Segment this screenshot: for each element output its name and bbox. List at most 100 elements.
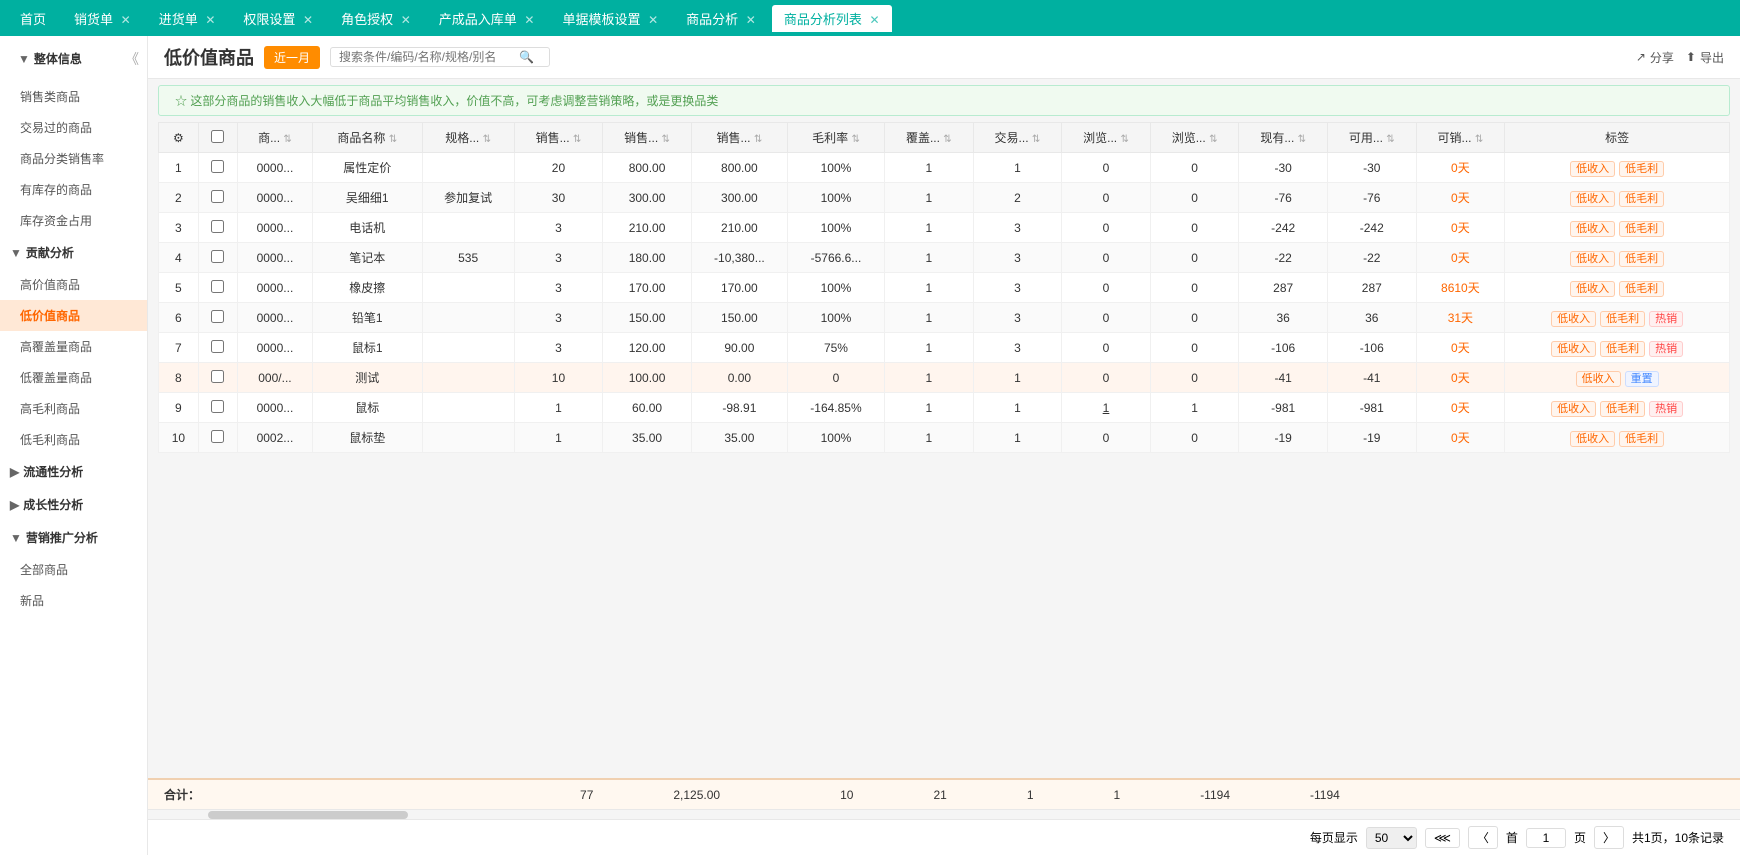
cell-available: -41: [1327, 363, 1416, 393]
sidebar-item-high-coverage[interactable]: 高覆盖量商品: [0, 331, 147, 362]
nav-sales[interactable]: 销货单 ✕: [62, 5, 143, 32]
page-number-input[interactable]: [1526, 828, 1566, 848]
cell-checkbox[interactable]: [198, 183, 237, 213]
col-margin[interactable]: 毛利率 ⇅: [787, 123, 884, 153]
scrollbar-thumb[interactable]: [208, 811, 408, 819]
col-s3[interactable]: 销售... ⇅: [691, 123, 787, 153]
cell-checkbox[interactable]: [198, 393, 237, 423]
cell-checkbox[interactable]: [198, 213, 237, 243]
sidebar-collapse-btn[interactable]: 《: [125, 49, 139, 69]
sidebar-item-high-margin[interactable]: 高毛利商品: [0, 393, 147, 424]
footer-avail: -1194: [1310, 788, 1340, 802]
nav-template[interactable]: 单据模板设置 ✕: [550, 5, 670, 32]
nav-purchase-close[interactable]: ✕: [205, 13, 215, 27]
cell-browse1[interactable]: 1: [1062, 393, 1151, 423]
row-checkbox[interactable]: [211, 220, 224, 233]
col-settings[interactable]: ⚙: [159, 123, 199, 153]
browse1-link[interactable]: 1: [1103, 401, 1110, 415]
cell-spec: 535: [422, 243, 514, 273]
export-btn[interactable]: ⬆ 导出: [1686, 49, 1724, 66]
cell-checkbox[interactable]: [198, 363, 237, 393]
select-all-checkbox[interactable]: [211, 130, 224, 143]
nav-warehouse-close[interactable]: ✕: [524, 13, 534, 27]
col-s1[interactable]: 销售... ⇅: [514, 123, 603, 153]
nav-role-close[interactable]: ✕: [401, 13, 411, 27]
nav-warehouse[interactable]: 产成品入库单 ✕: [427, 5, 547, 32]
sidebar-item-low-margin[interactable]: 低毛利商品: [0, 424, 147, 455]
col-name[interactable]: 商品名称 ⇅: [312, 123, 422, 153]
arrow-marketing-icon: ▼: [10, 531, 22, 545]
col-spec[interactable]: 规格... ⇅: [422, 123, 514, 153]
nav-analysis[interactable]: 商品分析 ✕: [674, 5, 768, 32]
col-browse1[interactable]: 浏览... ⇅: [1062, 123, 1151, 153]
sidebar-item-stock-fund[interactable]: 库存资金占用: [0, 205, 147, 236]
nav-template-close[interactable]: ✕: [648, 13, 658, 27]
sidebar-item-sales-goods[interactable]: 销售类商品: [0, 81, 147, 112]
row-checkbox[interactable]: [211, 190, 224, 203]
row-checkbox[interactable]: [211, 160, 224, 173]
nav-analysis-close[interactable]: ✕: [746, 13, 756, 27]
cell-checkbox[interactable]: [198, 243, 237, 273]
nav-role[interactable]: 角色授权 ✕: [329, 5, 423, 32]
first-page-btn[interactable]: ⋘: [1425, 828, 1460, 848]
share-btn[interactable]: ↗ 分享: [1636, 49, 1674, 66]
main-layout: ▼ 整体信息 《 销售类商品 交易过的商品 商品分类销售率 有库存的商品 库存资…: [0, 36, 1740, 855]
sidebar-group-growth[interactable]: ▶ 成长性分析: [0, 488, 147, 521]
cell-browse2: 0: [1150, 303, 1239, 333]
col-available[interactable]: 可用... ⇅: [1327, 123, 1416, 153]
sidebar-item-new-goods[interactable]: 新品: [0, 585, 147, 616]
browse1-val: 0: [1103, 341, 1110, 355]
sidebar-item-stock-goods[interactable]: 有库存的商品: [0, 174, 147, 205]
row-checkbox[interactable]: [211, 280, 224, 293]
nav-home[interactable]: 首页: [8, 5, 58, 32]
filter-recent-month-btn[interactable]: 近一月: [264, 46, 320, 69]
cell-checkbox[interactable]: [198, 333, 237, 363]
row-checkbox[interactable]: [211, 400, 224, 413]
cell-checkbox[interactable]: [198, 423, 237, 453]
sidebar-item-low-value[interactable]: 低价值商品: [0, 300, 147, 331]
sidebar-group-marketing[interactable]: ▼ 营销推广分析: [0, 521, 147, 554]
cell-checkbox[interactable]: [198, 153, 237, 183]
row-checkbox[interactable]: [211, 340, 224, 353]
col-tags: 标签: [1505, 123, 1730, 153]
col-s2[interactable]: 销售... ⇅: [603, 123, 692, 153]
col-checkbox[interactable]: [198, 123, 237, 153]
nav-purchase[interactable]: 进货单 ✕: [147, 5, 228, 32]
nav-permission-close[interactable]: ✕: [303, 13, 313, 27]
sidebar-item-all-goods[interactable]: 全部商品: [0, 554, 147, 585]
row-checkbox[interactable]: [211, 310, 224, 323]
col-coverage[interactable]: 覆盖... ⇅: [885, 123, 974, 153]
col-trade[interactable]: 交易... ⇅: [973, 123, 1062, 153]
next-page-btn[interactable]: 〉: [1594, 826, 1624, 849]
col-code[interactable]: 商... ⇅: [237, 123, 312, 153]
cell-checkbox[interactable]: [198, 273, 237, 303]
col-browse2[interactable]: 浏览... ⇅: [1150, 123, 1239, 153]
row-checkbox[interactable]: [211, 250, 224, 263]
sidebar-item-category-rate[interactable]: 商品分类销售率: [0, 143, 147, 174]
table-container[interactable]: ⚙ 商... ⇅ 商品名称 ⇅ 规格... ⇅ 销售... ⇅ 销售... ⇅ …: [148, 122, 1740, 778]
sidebar-group-overall[interactable]: ▼ 整体信息: [8, 42, 92, 75]
cell-available: -19: [1327, 423, 1416, 453]
tag: 热销: [1649, 341, 1683, 357]
sidebar-item-traded-goods[interactable]: 交易过的商品: [0, 112, 147, 143]
col-saleable[interactable]: 可销... ⇅: [1416, 123, 1505, 153]
search-icon[interactable]: 🔍: [519, 50, 534, 64]
cell-tags: 低收入低毛利: [1505, 213, 1730, 243]
horizontal-scrollbar[interactable]: [148, 809, 1740, 819]
sidebar-item-high-value[interactable]: 高价值商品: [0, 269, 147, 300]
row-checkbox[interactable]: [211, 370, 224, 383]
search-input[interactable]: [339, 50, 519, 64]
tag: 低收入: [1570, 251, 1615, 267]
nav-analysis-list-close[interactable]: ✕: [869, 13, 879, 27]
per-page-select[interactable]: 50 20 100: [1366, 827, 1417, 849]
prev-page-btn[interactable]: 〈: [1468, 826, 1498, 849]
nav-permission[interactable]: 权限设置 ✕: [231, 5, 325, 32]
cell-checkbox[interactable]: [198, 303, 237, 333]
sidebar-group-circulation[interactable]: ▶ 流通性分析: [0, 455, 147, 488]
col-current[interactable]: 现有... ⇅: [1239, 123, 1328, 153]
sidebar-group-contribution[interactable]: ▼ 贡献分析: [0, 236, 147, 269]
nav-analysis-list[interactable]: 商品分析列表 ✕: [772, 5, 892, 32]
row-checkbox[interactable]: [211, 430, 224, 443]
sidebar-item-low-coverage[interactable]: 低覆盖量商品: [0, 362, 147, 393]
nav-sales-close[interactable]: ✕: [121, 13, 131, 27]
